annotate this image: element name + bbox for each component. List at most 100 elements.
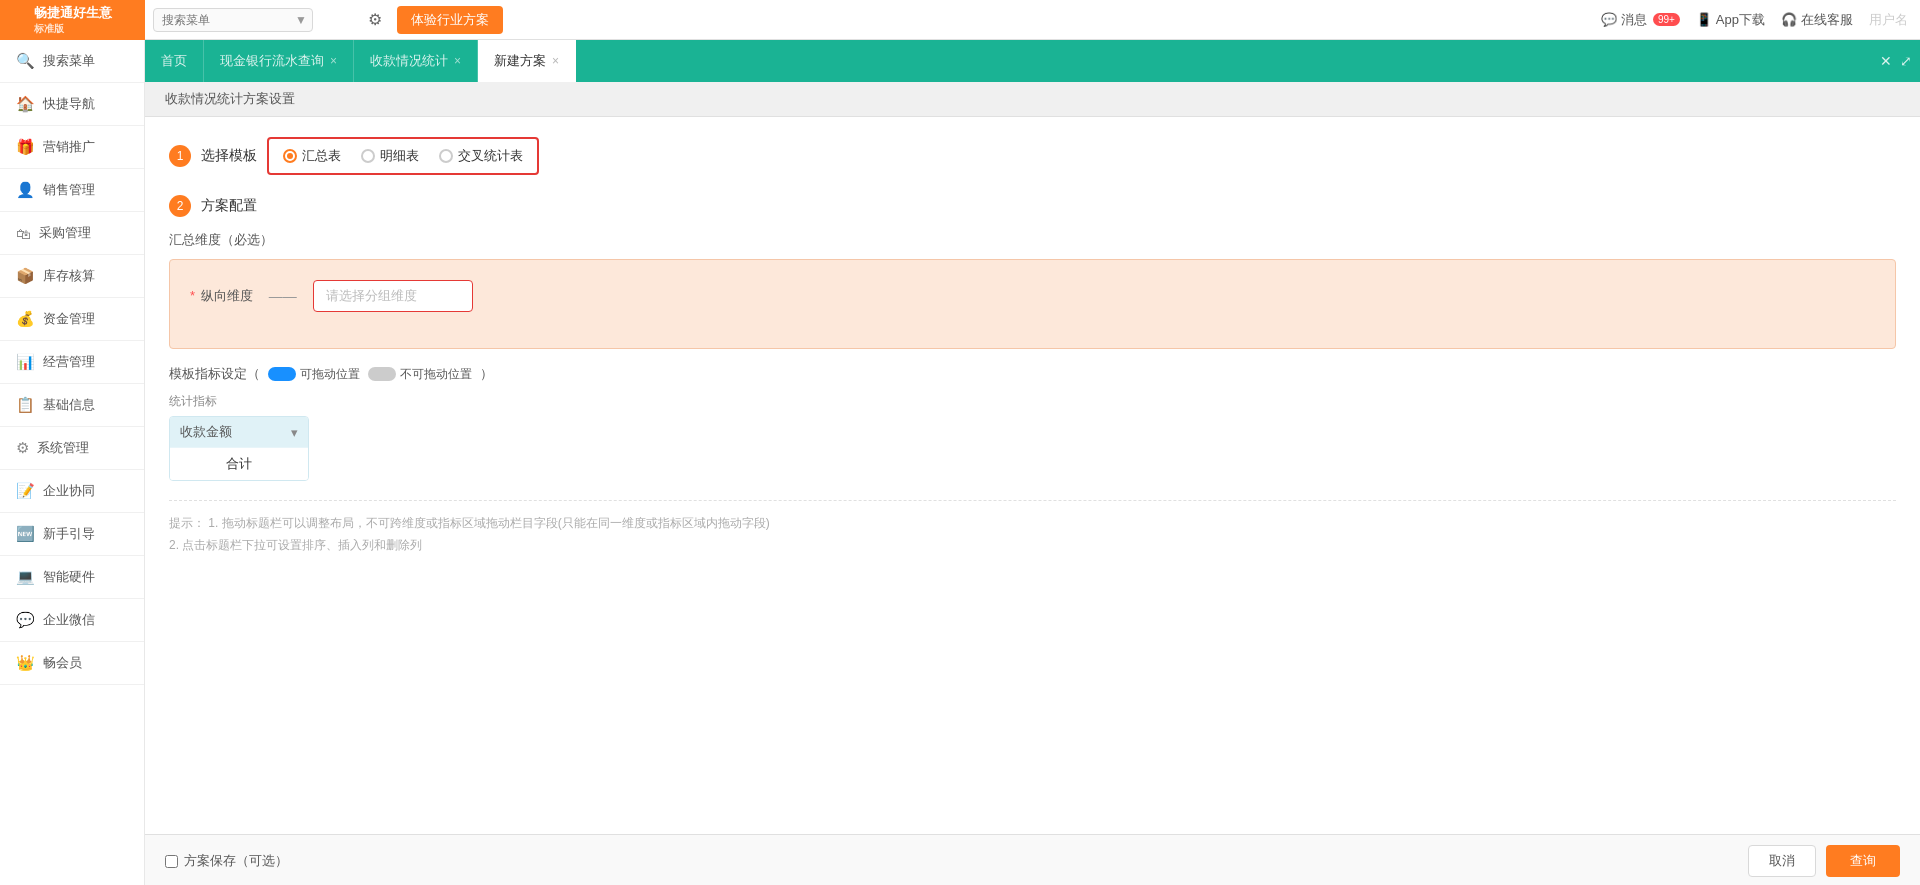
member-icon: 👑 (16, 654, 35, 672)
tab-close-icon[interactable]: ✕ (1880, 53, 1892, 69)
sidebar-label-system: 系统管理 (37, 439, 89, 457)
metrics-cell-total: 合计 (170, 447, 308, 480)
download-icon: 📱 (1696, 12, 1712, 27)
sidebar: 🔍 搜索菜单 🏠 快捷导航 🎁 营销推广 👤 销售管理 🛍 采购管理 📦 库存核… (0, 40, 145, 885)
radio-detail-label: 明细表 (380, 147, 419, 165)
home-icon: 🏠 (16, 95, 35, 113)
dimension-box: * 纵向维度 —— 请选择分组维度 (169, 259, 1896, 349)
search-bar-container: ▼ (153, 8, 353, 32)
sidebar-label-guide: 新手引导 (43, 525, 95, 543)
collab-icon: 📝 (16, 482, 35, 500)
sidebar-item-operation[interactable]: 📊 经营管理 (0, 341, 144, 384)
tab-home[interactable]: 首页 (145, 40, 204, 82)
action-buttons: 取消 查询 (1748, 845, 1900, 877)
radio-detail[interactable]: 明细表 (361, 147, 419, 165)
draggable-indicator: 可拖动位置 (268, 366, 360, 383)
save-checkbox-area: 方案保存（可选） (165, 852, 288, 870)
message-item[interactable]: 💬 消息 99+ (1601, 11, 1680, 29)
message-label: 消息 (1621, 11, 1647, 29)
clipboard-icon: 📋 (16, 396, 35, 414)
industry-button[interactable]: 体验行业方案 (397, 6, 503, 34)
radio-summary[interactable]: 汇总表 (283, 147, 341, 165)
sidebar-item-finance[interactable]: 💰 资金管理 (0, 298, 144, 341)
draggable-label: 可拖动位置 (300, 366, 360, 383)
radio-cross-label: 交叉统计表 (458, 147, 523, 165)
sidebar-label-wechat: 企业微信 (43, 611, 95, 629)
step2-header: 2 方案配置 (169, 195, 1896, 217)
sidebar-item-inventory[interactable]: 📦 库存核算 (0, 255, 144, 298)
search-input[interactable] (153, 8, 313, 32)
sidebar-label-basic: 基础信息 (43, 396, 95, 414)
radio-summary-dot (283, 149, 297, 163)
tab-bank[interactable]: 现金银行流水查询 × (204, 40, 354, 82)
sidebar-item-guide[interactable]: 🆕 新手引导 (0, 513, 144, 556)
bottom-bar: 方案保存（可选） 取消 查询 (145, 834, 1920, 885)
money-icon: 💰 (16, 310, 35, 328)
metrics-dropdown-icon[interactable]: ▾ (291, 425, 298, 440)
sidebar-item-sales[interactable]: 👤 销售管理 (0, 169, 144, 212)
service-item[interactable]: 🎧 在线客服 (1781, 11, 1853, 29)
page-title-text: 收款情况统计方案设置 (165, 91, 295, 106)
sidebar-item-search[interactable]: 🔍 搜索菜单 (0, 40, 144, 83)
step1-section: 1 选择模板 汇总表 明细表 (169, 137, 1896, 175)
sidebar-label-marketing: 营销推广 (43, 138, 95, 156)
radio-detail-dot (361, 149, 375, 163)
sidebar-item-system[interactable]: ⚙ 系统管理 (0, 427, 144, 470)
group-dimension-select[interactable]: 请选择分组维度 (313, 280, 473, 312)
gear-button[interactable]: ⚙ (361, 6, 389, 34)
sidebar-label-operation: 经营管理 (43, 353, 95, 371)
stat-indicator-label: 统计指标 (169, 393, 1896, 410)
header-right: 💬 消息 99+ 📱 App下载 🎧 在线客服 用户名 (1601, 11, 1908, 29)
page-title: 收款情况统计方案设置 (145, 82, 1920, 117)
tab-bank-close[interactable]: × (330, 54, 337, 68)
user-name: 用户名 (1869, 11, 1908, 29)
main-layout: 🔍 搜索菜单 🏠 快捷导航 🎁 营销推广 👤 销售管理 🛍 采购管理 📦 库存核… (0, 40, 1920, 885)
logo-text: 畅捷通好生意 (34, 4, 112, 22)
download-label: App下载 (1716, 11, 1765, 29)
sidebar-item-quick-nav[interactable]: 🏠 快捷导航 (0, 83, 144, 126)
search-icon: 🔍 (16, 52, 35, 70)
sidebar-item-member[interactable]: 👑 畅会员 (0, 642, 144, 685)
metrics-header-text: 收款金额 (180, 423, 232, 441)
user-icon: 👤 (16, 181, 35, 199)
sidebar-label-member: 畅会员 (43, 654, 82, 672)
logo-sub: 标准版 (34, 22, 112, 36)
step1-header: 1 选择模板 汇总表 明细表 (169, 137, 1896, 175)
sidebar-item-marketing[interactable]: 🎁 营销推广 (0, 126, 144, 169)
user-item[interactable]: 用户名 (1869, 11, 1908, 29)
metrics-header: 模板指标设定（ 可拖动位置 不可拖动位置 ） (169, 365, 1896, 383)
tab-collect-close[interactable]: × (454, 54, 461, 68)
hardware-icon: 💻 (16, 568, 35, 586)
top-header: 畅捷通好生意 标准版 ▼ ⚙ 体验行业方案 💬 消息 99+ 📱 App下载 🎧… (0, 0, 1920, 40)
download-item[interactable]: 📱 App下载 (1696, 11, 1765, 29)
sidebar-item-purchase[interactable]: 🛍 采购管理 (0, 212, 144, 255)
sidebar-item-wechat[interactable]: 💬 企业微信 (0, 599, 144, 642)
save-checkbox[interactable] (165, 855, 178, 868)
wechat-icon: 💬 (16, 611, 35, 629)
tab-new-plan-close[interactable]: × (552, 54, 559, 68)
sidebar-item-hardware[interactable]: 💻 智能硬件 (0, 556, 144, 599)
toggle-blue-icon (268, 367, 296, 381)
tab-new-plan[interactable]: 新建方案 × (478, 40, 576, 82)
step2-section: 2 方案配置 汇总维度（必选） * 纵向维度 —— (169, 195, 1896, 556)
service-label: 在线客服 (1801, 11, 1853, 29)
metrics-header-row[interactable]: 收款金额 ▾ (170, 417, 308, 447)
tab-collect[interactable]: 收款情况统计 × (354, 40, 478, 82)
cancel-button[interactable]: 取消 (1748, 845, 1816, 877)
sidebar-item-basic[interactable]: 📋 基础信息 (0, 384, 144, 427)
metrics-table: 收款金额 ▾ 合计 (169, 416, 309, 481)
sidebar-label-search: 搜索菜单 (43, 52, 95, 70)
step1-label: 选择模板 (201, 147, 257, 165)
tab-bank-label: 现金银行流水查询 (220, 52, 324, 70)
tab-collect-label: 收款情况统计 (370, 52, 448, 70)
message-badge: 99+ (1653, 13, 1680, 26)
query-button[interactable]: 查询 (1826, 845, 1900, 877)
sidebar-item-collab[interactable]: 📝 企业协同 (0, 470, 144, 513)
sidebar-label-inventory: 库存核算 (43, 267, 95, 285)
hint-section: 提示： 1. 拖动标题栏可以调整布局，不可跨维度或指标区域拖动栏目字段(只能在同… (169, 500, 1896, 556)
sidebar-label-finance: 资金管理 (43, 310, 95, 328)
radio-cross[interactable]: 交叉统计表 (439, 147, 523, 165)
dimension-row: * 纵向维度 —— 请选择分组维度 (190, 280, 1875, 312)
tab-expand-icon[interactable]: ⤢ (1900, 53, 1912, 69)
service-icon: 🎧 (1781, 12, 1797, 27)
